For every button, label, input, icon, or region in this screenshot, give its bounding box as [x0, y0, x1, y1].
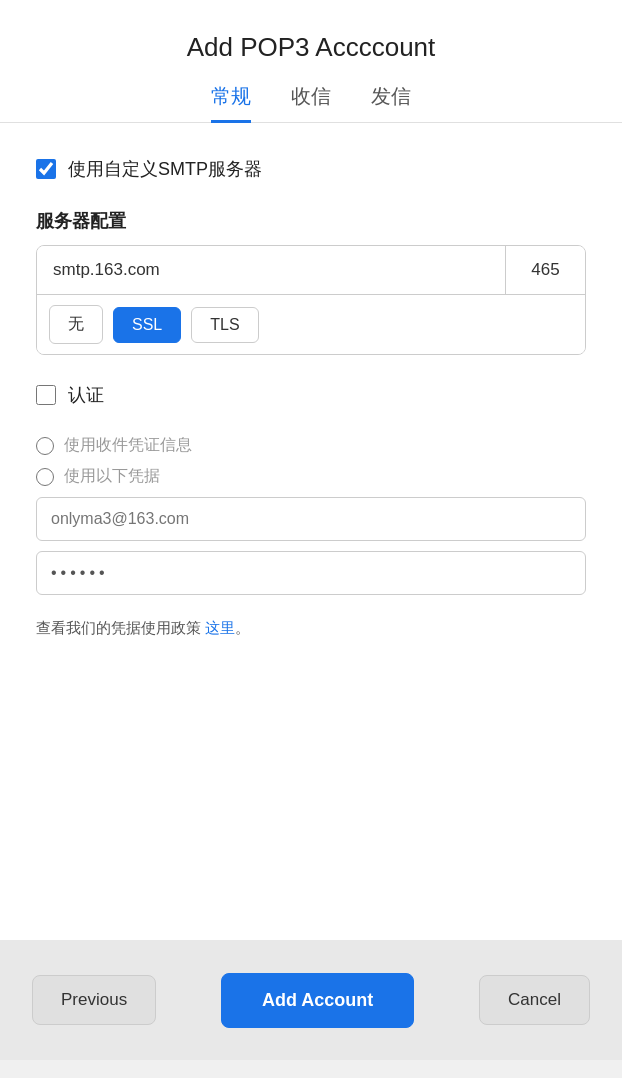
auth-label: 认证	[68, 383, 104, 407]
auth-section: 认证 使用收件凭证信息 使用以下凭据 查看我们的凭据使用政策 这里。	[36, 383, 586, 638]
cancel-button[interactable]: Cancel	[479, 975, 590, 1025]
radio-incoming-creds-label: 使用收件凭证信息	[64, 435, 192, 456]
ssl-option-tls[interactable]: TLS	[191, 307, 258, 343]
server-config-box: 无 SSL TLS	[36, 245, 586, 355]
custom-smtp-checkbox[interactable]	[36, 159, 56, 179]
ssl-option-ssl[interactable]: SSL	[113, 307, 181, 343]
add-account-button[interactable]: Add Account	[221, 973, 414, 1028]
content-area: 使用自定义SMTP服务器 服务器配置 无 SSL TLS 认证 使用收件凭证	[0, 147, 622, 920]
radio-custom-creds[interactable]	[36, 468, 54, 486]
server-port-input[interactable]	[505, 246, 585, 294]
ssl-option-none[interactable]: 无	[49, 305, 103, 344]
tab-outgoing[interactable]: 发信	[371, 83, 411, 123]
dialog-title: Add POP3 Accccount	[0, 0, 622, 83]
tabs-container: 常规 收信 发信	[0, 83, 622, 123]
ssl-row: 无 SSL TLS	[37, 295, 585, 354]
custom-smtp-label: 使用自定义SMTP服务器	[68, 157, 262, 181]
server-host-input[interactable]	[37, 246, 505, 294]
password-input[interactable]	[36, 551, 586, 595]
policy-link[interactable]: 这里	[205, 619, 235, 636]
radio-option-incoming-creds: 使用收件凭证信息	[36, 435, 586, 456]
dialog: Add POP3 Accccount 常规 收信 发信 使用自定义SMTP服务器…	[0, 0, 622, 940]
auth-checkbox[interactable]	[36, 385, 56, 405]
custom-smtp-row: 使用自定义SMTP服务器	[36, 157, 586, 181]
previous-button[interactable]: Previous	[32, 975, 156, 1025]
server-host-row	[37, 246, 585, 295]
auth-checkbox-row: 认证	[36, 383, 586, 407]
tab-general[interactable]: 常规	[211, 83, 251, 123]
radio-incoming-creds[interactable]	[36, 437, 54, 455]
radio-option-custom-creds: 使用以下凭据	[36, 466, 586, 487]
email-input[interactable]	[36, 497, 586, 541]
policy-text: 查看我们的凭据使用政策 这里。	[36, 619, 586, 638]
footer: Previous Add Account Cancel	[0, 940, 622, 1060]
server-config-title: 服务器配置	[36, 209, 586, 233]
tab-incoming[interactable]: 收信	[291, 83, 331, 123]
radio-custom-creds-label: 使用以下凭据	[64, 466, 160, 487]
